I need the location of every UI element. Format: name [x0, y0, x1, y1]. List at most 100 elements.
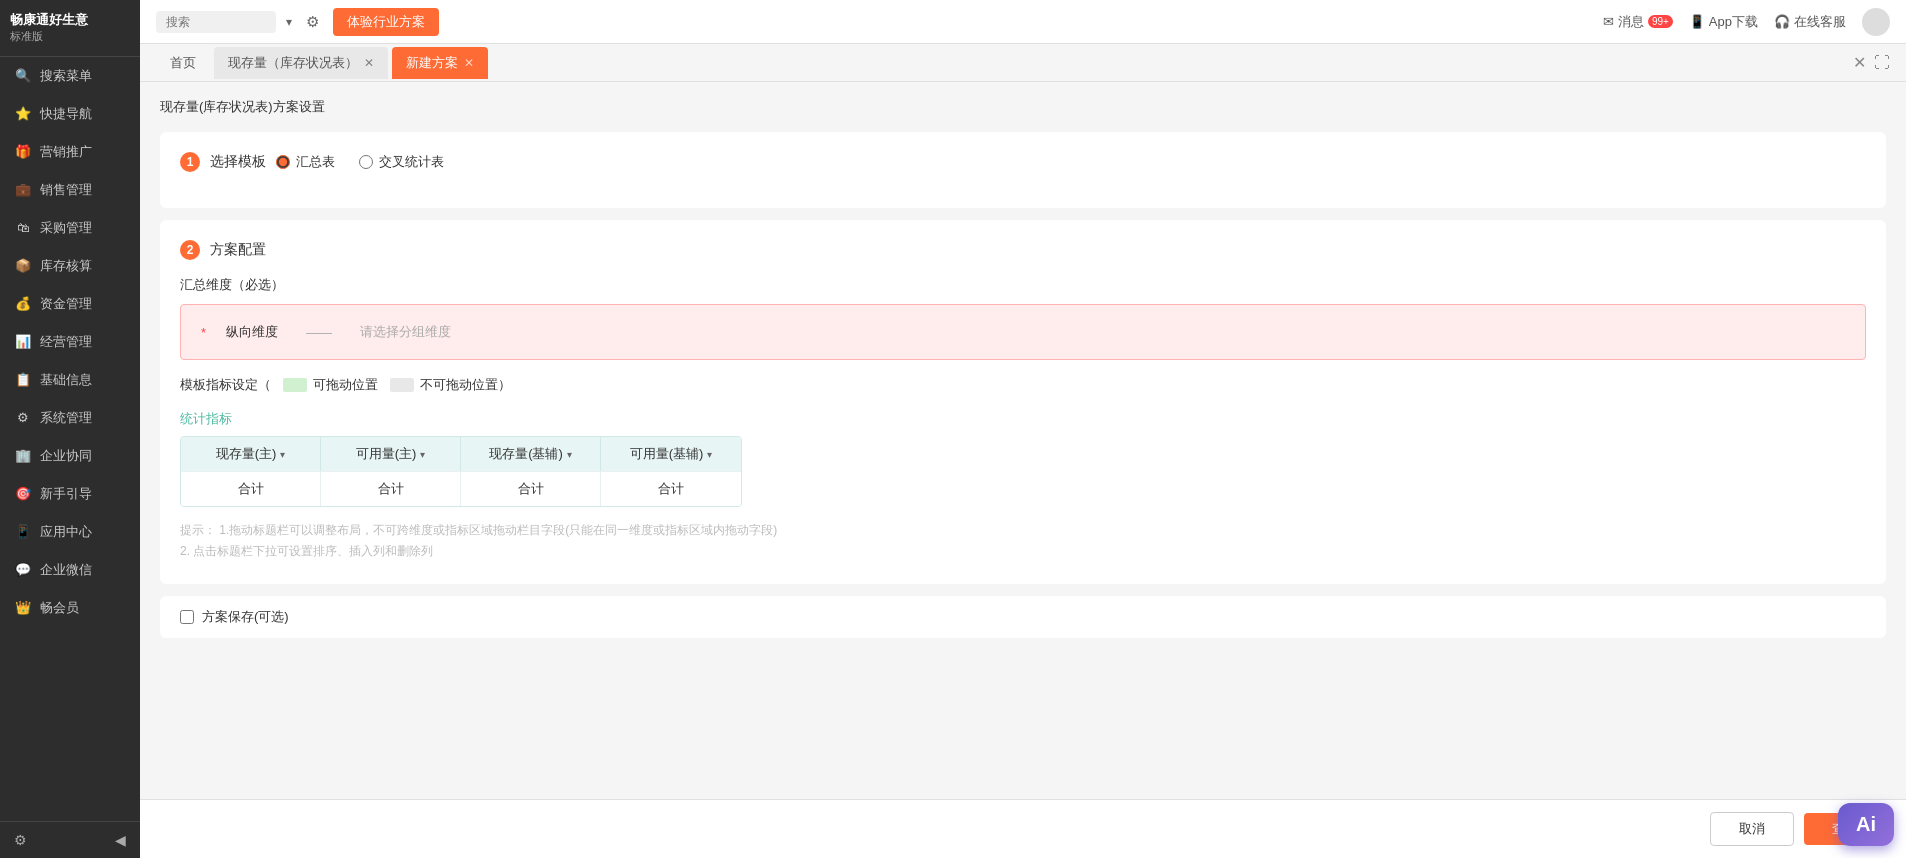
sidebar-item-purchase[interactable]: 🛍 采购管理	[0, 209, 140, 247]
tip-1: 2. 点击标题栏下拉可设置排序、插入列和删除列	[180, 543, 1866, 560]
finance-icon: 💰	[14, 295, 32, 313]
sidebar-item-system[interactable]: ⚙ 系统管理	[0, 399, 140, 437]
movable-box	[283, 378, 307, 392]
tab-inventory-close-icon[interactable]: ✕	[364, 57, 374, 69]
user-avatar[interactable]	[1862, 8, 1890, 36]
company-label: 企业协同	[40, 447, 92, 465]
sidebar-item-quick-nav[interactable]: ⭐ 快捷导航	[0, 95, 140, 133]
message-badge: 99+	[1648, 15, 1673, 28]
stats-cell-2: 合计	[461, 472, 601, 506]
inventory-label: 库存核算	[40, 257, 92, 275]
step2-badge: 2	[180, 240, 200, 260]
stats-header-1[interactable]: 可用量(主)▾	[321, 437, 461, 471]
quick-nav-icon: ⭐	[14, 105, 32, 123]
radio-crosstab-input[interactable]	[359, 155, 373, 169]
company-icon: 🏢	[14, 447, 32, 465]
stats-cell-0: 合计	[181, 472, 321, 506]
main-panel: ▾ ⚙ 体验行业方案 ✉ 消息 99+ 📱 App下载 🎧 在线客服 首页	[140, 0, 1906, 858]
radio-summary-input[interactable]	[276, 155, 290, 169]
footer: 取消 查询	[140, 799, 1906, 858]
stats-cell-3: 合计	[601, 472, 741, 506]
sidebar-footer: ⚙ ◀	[0, 821, 140, 858]
sidebar-item-vip-member[interactable]: 👑 畅会员	[0, 589, 140, 627]
marketing-label: 营销推广	[40, 143, 92, 161]
stats-header-3[interactable]: 可用量(基辅)▾	[601, 437, 741, 471]
required-star: *	[201, 325, 206, 340]
chevron-down-icon: ▾	[280, 449, 285, 460]
expand-panel-icon[interactable]: ⛶	[1874, 54, 1890, 72]
sidebar-item-marketing[interactable]: 🎁 营销推广	[0, 133, 140, 171]
fixed-box	[390, 378, 414, 392]
purchase-label: 采购管理	[40, 219, 92, 237]
customer-service-button[interactable]: 🎧 在线客服	[1774, 13, 1846, 31]
radio-summary-text: 汇总表	[296, 153, 335, 171]
movable-label: 可拖动位置	[313, 376, 378, 394]
vip-member-icon: 👑	[14, 599, 32, 617]
save-checkbox[interactable]	[180, 610, 194, 624]
sales-icon: 💼	[14, 181, 32, 199]
collapse-icon[interactable]: ◀	[115, 832, 126, 848]
stats-header-2[interactable]: 现存量(基辅)▾	[461, 437, 601, 471]
stats-header-0[interactable]: 现存量(主)▾	[181, 437, 321, 471]
sidebar-logo: 畅康通好生意 标准版	[0, 0, 140, 57]
tab-new-plan[interactable]: 新建方案 ✕	[392, 47, 488, 79]
customer-service-label: 在线客服	[1794, 13, 1846, 31]
step1-badge: 1	[180, 152, 200, 172]
gear-icon[interactable]: ⚙	[306, 13, 319, 31]
content-area: 现存量(库存状况表)方案设置 1 选择模板 汇总表 交叉统计表	[140, 82, 1906, 799]
sidebar-nav: 🔍 搜索菜单 ⭐ 快捷导航 🎁 营销推广 💼 销售管理 🛍 采购管理 📦 库存核…	[0, 57, 140, 821]
phone-icon: 📱	[1689, 14, 1705, 29]
enterprise-wechat-label: 企业微信	[40, 561, 92, 579]
industry-plan-button[interactable]: 体验行业方案	[333, 8, 439, 36]
required-label: 汇总维度（必选）	[180, 276, 1866, 294]
sidebar-item-basic-info[interactable]: 📋 基础信息	[0, 361, 140, 399]
tab-new-plan-close-icon[interactable]: ✕	[464, 57, 474, 69]
tab-inventory-status[interactable]: 现存量（库存状况表） ✕	[214, 47, 388, 79]
tabs-actions: ✕ ⛶	[1853, 53, 1890, 72]
app-download-button[interactable]: 📱 App下载	[1689, 13, 1758, 31]
movable-indicator: 可拖动位置	[283, 376, 378, 394]
sidebar-item-sales[interactable]: 💼 销售管理	[0, 171, 140, 209]
enterprise-wechat-icon: 💬	[14, 561, 32, 579]
vip-member-label: 畅会员	[40, 599, 79, 617]
sidebar: 畅康通好生意 标准版 🔍 搜索菜单 ⭐ 快捷导航 🎁 营销推广 💼 销售管理 🛍…	[0, 0, 140, 858]
search-input[interactable]	[156, 11, 276, 33]
radio-summary-label[interactable]: 汇总表	[276, 153, 335, 171]
template-indicator: 模板指标设定（ 可拖动位置 不可拖动位置）	[180, 376, 1866, 394]
system-icon: ⚙	[14, 409, 32, 427]
sidebar-item-operations[interactable]: 📊 经营管理	[0, 323, 140, 361]
sidebar-item-company[interactable]: 🏢 企业协同	[0, 437, 140, 475]
sidebar-item-finance[interactable]: 💰 资金管理	[0, 285, 140, 323]
stats-cell-1: 合计	[321, 472, 461, 506]
cancel-button[interactable]: 取消	[1710, 812, 1794, 846]
sidebar-item-enterprise-wechat[interactable]: 💬 企业微信	[0, 551, 140, 589]
chevron-down-icon: ▾	[567, 449, 572, 460]
marketing-icon: 🎁	[14, 143, 32, 161]
ai-bubble-button[interactable]: Ai	[1838, 803, 1894, 846]
sidebar-item-app-center[interactable]: 📱 应用中心	[0, 513, 140, 551]
step2-header: 2 方案配置	[180, 240, 1866, 260]
chevron-down-icon: ▾	[420, 449, 425, 460]
tab-home[interactable]: 首页	[156, 47, 210, 79]
stats-header-label-0: 现存量(主)	[216, 445, 277, 463]
sidebar-item-inventory[interactable]: 📦 库存核算	[0, 247, 140, 285]
sidebar-item-new-guide[interactable]: 🎯 新手引导	[0, 475, 140, 513]
operations-icon: 📊	[14, 333, 32, 351]
dropdown-button[interactable]: ▾	[286, 15, 292, 29]
step2-title: 方案配置	[210, 241, 266, 259]
search-menu-label: 搜索菜单	[40, 67, 92, 85]
search-menu-icon: 🔍	[14, 67, 32, 85]
radio-crosstab-label[interactable]: 交叉统计表	[359, 153, 444, 171]
new-guide-label: 新手引导	[40, 485, 92, 503]
finance-label: 资金管理	[40, 295, 92, 313]
vertical-dimension-row[interactable]: * 纵向维度 —— 请选择分组维度	[180, 304, 1866, 360]
fixed-indicator: 不可拖动位置）	[390, 376, 511, 394]
message-button[interactable]: ✉ 消息 99+	[1603, 13, 1673, 31]
tab-new-plan-label: 新建方案	[406, 54, 458, 72]
close-panel-icon[interactable]: ✕	[1853, 53, 1866, 72]
sidebar-item-search-menu[interactable]: 🔍 搜索菜单	[0, 57, 140, 95]
fixed-label: 不可拖动位置）	[420, 376, 511, 394]
settings-icon[interactable]: ⚙	[14, 832, 27, 848]
radio-crosstab-text: 交叉统计表	[379, 153, 444, 171]
app-subtitle: 标准版	[10, 29, 130, 44]
